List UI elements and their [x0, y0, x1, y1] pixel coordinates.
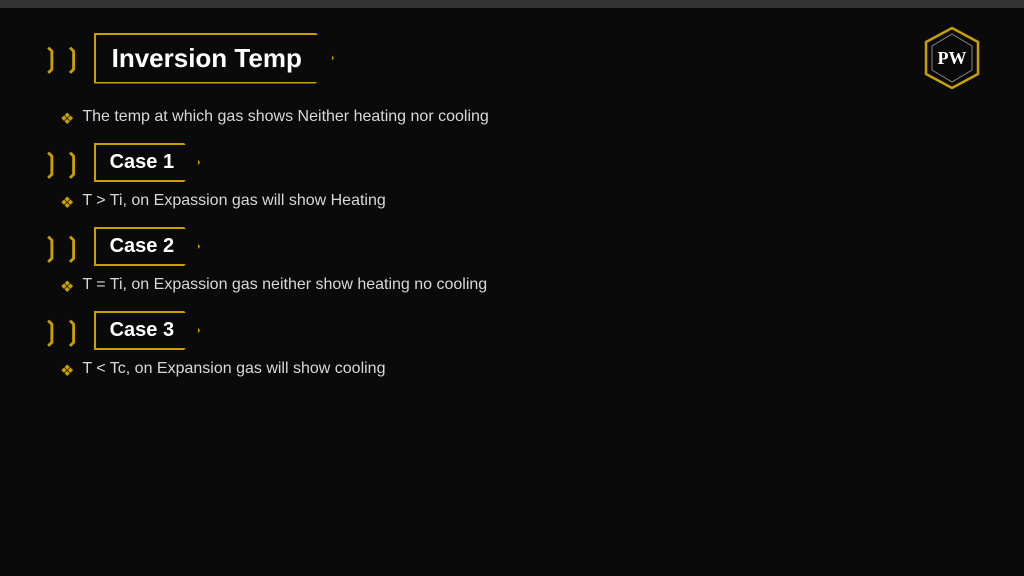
case2-text: T = Ti, on Expassion gas neither show he…: [82, 276, 487, 294]
case3-label: Case 3: [110, 319, 175, 341]
title-box: Inversion Temp: [94, 33, 334, 84]
case2-bullet-symbol: ❖: [60, 277, 74, 297]
case3-header-row: ❳❳ Case 3: [40, 311, 984, 350]
case2-label: Case 2: [110, 235, 175, 257]
case3-label-box: Case 3: [94, 311, 201, 350]
title-text: Inversion Temp: [112, 43, 302, 73]
main-content: ❳❳ Inversion Temp PW ❖ The temp at which…: [0, 8, 1024, 405]
case1-text: T > Ti, on Expassion gas will show Heati…: [82, 192, 385, 210]
intro-bullet-symbol: ❖: [60, 109, 74, 129]
case2-label-box: Case 2: [94, 227, 201, 266]
case1-chevron-icon: ❳❳: [40, 150, 84, 176]
title-row: ❳❳ Inversion Temp: [40, 33, 334, 84]
intro-text: The temp at which gas shows Neither heat…: [82, 108, 488, 126]
case2-bullet-row: ❖ T = Ti, on Expassion gas neither show …: [40, 270, 984, 303]
case3-text: T < Tc, on Expansion gas will show cooli…: [82, 360, 385, 378]
title-chevron-icon: ❳❳: [40, 45, 84, 71]
pw-logo: PW: [920, 26, 984, 90]
case1-bullet-symbol: ❖: [60, 193, 74, 213]
case3-chevron-icon: ❳❳: [40, 318, 84, 344]
case1-label-box: Case 1: [94, 143, 201, 182]
case3-bullet-row: ❖ T < Tc, on Expansion gas will show coo…: [40, 354, 984, 387]
case2-header-row: ❳❳ Case 2: [40, 227, 984, 266]
case1-bullet-row: ❖ T > Ti, on Expassion gas will show Hea…: [40, 186, 984, 219]
svg-text:PW: PW: [938, 48, 967, 68]
header-row: ❳❳ Inversion Temp PW: [40, 26, 984, 90]
case1-header-row: ❳❳ Case 1: [40, 143, 984, 182]
top-bar: [0, 0, 1024, 8]
case2-chevron-icon: ❳❳: [40, 234, 84, 260]
case3-bullet-symbol: ❖: [60, 361, 74, 381]
intro-bullet-row: ❖ The temp at which gas shows Neither he…: [40, 102, 984, 135]
case1-label: Case 1: [110, 151, 175, 173]
